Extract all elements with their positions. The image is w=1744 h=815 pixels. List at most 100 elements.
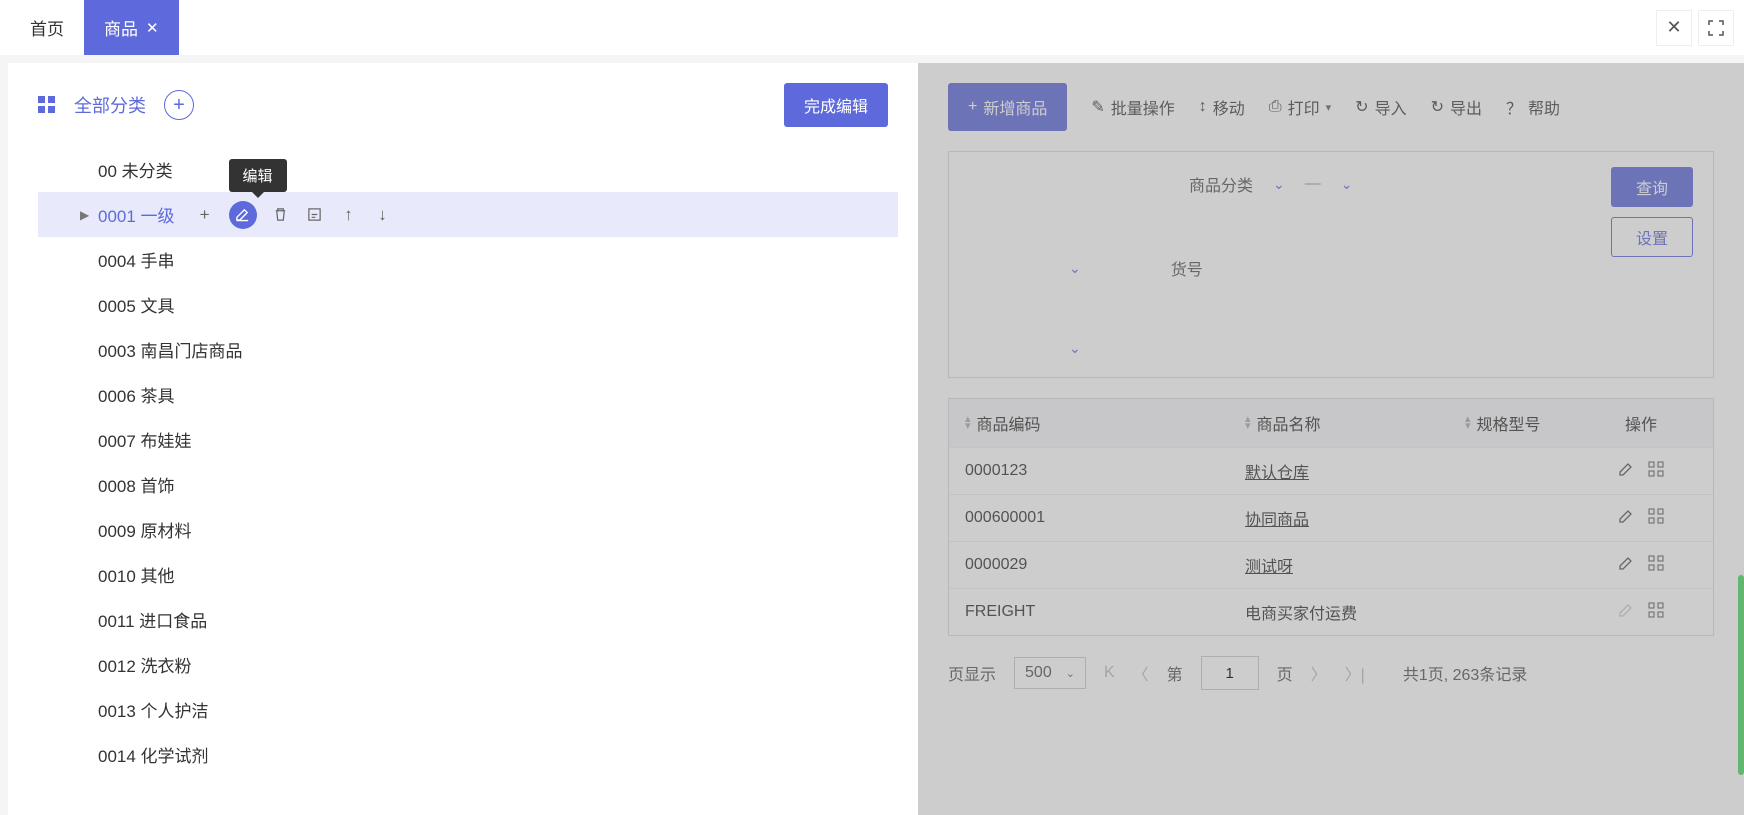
col-spec-header[interactable]: ▴▾规格型号 <box>1449 411 1569 435</box>
category-label: 0001 一级 <box>98 202 175 227</box>
move-button[interactable]: ↕移动 <box>1199 95 1245 119</box>
table-row[interactable]: FREIGHT 电商买家付运费 <box>949 588 1713 635</box>
chevron-down-icon[interactable]: ⌄ <box>1069 260 1081 277</box>
filter-sku: 货号 <box>1171 256 1203 280</box>
category-header: 全部分类 + 完成编辑 <box>38 83 918 127</box>
row-edit-button[interactable] <box>1618 555 1634 576</box>
fullscreen-icon <box>1708 20 1724 36</box>
finish-edit-button[interactable]: 完成编辑 <box>784 83 888 127</box>
cell-ops <box>1569 602 1713 623</box>
grid-icon <box>38 96 56 114</box>
edit-icon <box>235 207 250 222</box>
add-child-button[interactable]: + <box>195 205 215 225</box>
per-page-select[interactable]: 500⌄ <box>1014 657 1086 689</box>
category-label: 0004 手串 <box>98 247 175 272</box>
prev-page-button[interactable]: 〈 <box>1133 661 1149 685</box>
col-ops-header: 操作 <box>1569 411 1713 435</box>
category-item[interactable]: 00 未分类 <box>38 147 898 192</box>
col-name-header[interactable]: ▴▾商品名称 <box>1229 411 1449 435</box>
apps-icon <box>1648 602 1664 618</box>
per-page-value: 500 <box>1025 664 1052 682</box>
tab-product[interactable]: 商品 ✕ <box>84 0 179 55</box>
cell-code: FREIGHT <box>949 603 1229 621</box>
category-item[interactable]: 0013 个人护洁 <box>38 687 898 732</box>
col-code-header[interactable]: ▴▾商品编码 <box>949 411 1229 435</box>
category-item[interactable]: 0011 进口食品 <box>38 597 898 642</box>
chevron-down-icon[interactable]: ⌄ <box>1069 340 1081 357</box>
next-page-button[interactable]: 〉 <box>1311 661 1327 685</box>
product-link[interactable]: 默认仓库 <box>1245 459 1309 483</box>
scroll-indicator <box>1738 575 1744 775</box>
row-edit-button[interactable] <box>1618 461 1634 482</box>
import-button[interactable]: ↻导入 <box>1355 95 1406 119</box>
move-up-button[interactable]: ↑ <box>339 205 359 225</box>
edit-button[interactable]: 编辑 <box>229 201 257 229</box>
chevron-down-icon[interactable]: ⌄ <box>1341 176 1353 193</box>
sort-icon: ▴▾ <box>1245 416 1251 430</box>
category-item[interactable]: 0010 其他 <box>38 552 898 597</box>
close-icon[interactable]: ✕ <box>146 19 159 37</box>
last-page-button[interactable]: 〉| <box>1345 661 1365 685</box>
row-more-button[interactable] <box>1648 602 1664 623</box>
delete-button[interactable] <box>271 205 291 225</box>
category-item[interactable]: 0004 手串 <box>38 237 898 282</box>
category-item[interactable]: 0003 南昌门店商品 <box>38 327 898 372</box>
category-item[interactable]: ▶0001 一级+编辑↑↓ <box>38 192 898 237</box>
batch-label: 批量操作 <box>1111 95 1175 119</box>
category-tree[interactable]: 00 未分类▶0001 一级+编辑↑↓0004 手串0005 文具0003 南昌… <box>38 147 918 815</box>
export-button[interactable]: ↻导出 <box>1431 95 1482 119</box>
move-label: 移动 <box>1213 95 1245 119</box>
row-edit-button[interactable] <box>1618 508 1634 529</box>
sort-icon: ▴▾ <box>965 416 971 430</box>
category-item[interactable]: 0007 布娃娃 <box>38 417 898 462</box>
category-item[interactable]: 0006 茶具 <box>38 372 898 417</box>
first-page-button[interactable]: K <box>1104 664 1115 682</box>
category-item[interactable]: 0014 化学试剂 <box>38 732 898 777</box>
query-button[interactable]: 查询 <box>1611 167 1693 207</box>
category-item[interactable]: 0012 洗衣粉 <box>38 642 898 687</box>
filter-category-label: 商品分类 <box>1189 172 1253 196</box>
help-button[interactable]: ？帮助 <box>1506 95 1560 119</box>
category-label: 0007 布娃娃 <box>98 427 192 452</box>
col-ops-label: 操作 <box>1625 411 1657 435</box>
page-pre-label: 第 <box>1167 661 1183 685</box>
category-panel: 全部分类 + 完成编辑 00 未分类▶0001 一级+编辑↑↓0004 手串00… <box>8 63 918 815</box>
table-row[interactable]: 0000123 默认仓库 <box>949 447 1713 494</box>
move-down-button[interactable]: ↓ <box>373 205 393 225</box>
sub-button[interactable] <box>305 205 325 225</box>
table-row[interactable]: 0000029测试呀 <box>949 541 1713 588</box>
sub-icon <box>307 207 322 222</box>
category-label: 0009 原材料 <box>98 517 192 542</box>
page-input[interactable] <box>1201 656 1259 690</box>
close-all-button[interactable]: ✕ <box>1656 10 1692 46</box>
category-item[interactable]: 0008 首饰 <box>38 462 898 507</box>
row-more-button[interactable] <box>1648 555 1664 576</box>
table-header: ▴▾商品编码 ▴▾商品名称 ▴▾规格型号 操作 <box>949 399 1713 447</box>
add-product-button[interactable]: +新增商品 <box>948 83 1067 131</box>
product-link[interactable]: 协同商品 <box>1245 506 1309 530</box>
cell-code: 0000123 <box>949 462 1229 480</box>
product-name: 电商买家付运费 <box>1245 600 1357 624</box>
range-dash: — <box>1305 175 1321 193</box>
category-item[interactable]: 0005 文具 <box>38 282 898 327</box>
tab-home-label: 首页 <box>30 15 64 40</box>
row-more-button[interactable] <box>1648 461 1664 482</box>
batch-ops-button[interactable]: ✎批量操作 <box>1091 95 1174 119</box>
add-category-button[interactable]: + <box>164 90 194 120</box>
product-link[interactable]: 测试呀 <box>1245 553 1293 577</box>
settings-button[interactable]: 设置 <box>1611 217 1693 257</box>
table-row[interactable]: 000600001协同商品 <box>949 494 1713 541</box>
filter-sku-label: 货号 <box>1171 256 1203 280</box>
category-item[interactable]: 0009 原材料 <box>38 507 898 552</box>
plus-icon: + <box>968 98 977 116</box>
fullscreen-button[interactable] <box>1698 10 1734 46</box>
row-more-button[interactable] <box>1648 508 1664 529</box>
category-label: 0010 其他 <box>98 562 175 587</box>
col-spec-label: 规格型号 <box>1477 411 1541 435</box>
all-categories-label[interactable]: 全部分类 <box>74 92 146 118</box>
edit-tooltip: 编辑 <box>229 159 287 192</box>
print-button[interactable]: ⎙打印▾ <box>1269 95 1331 119</box>
cell-ops <box>1569 508 1713 529</box>
tab-home[interactable]: 首页 <box>10 0 84 55</box>
chevron-down-icon[interactable]: ⌄ <box>1273 176 1285 193</box>
